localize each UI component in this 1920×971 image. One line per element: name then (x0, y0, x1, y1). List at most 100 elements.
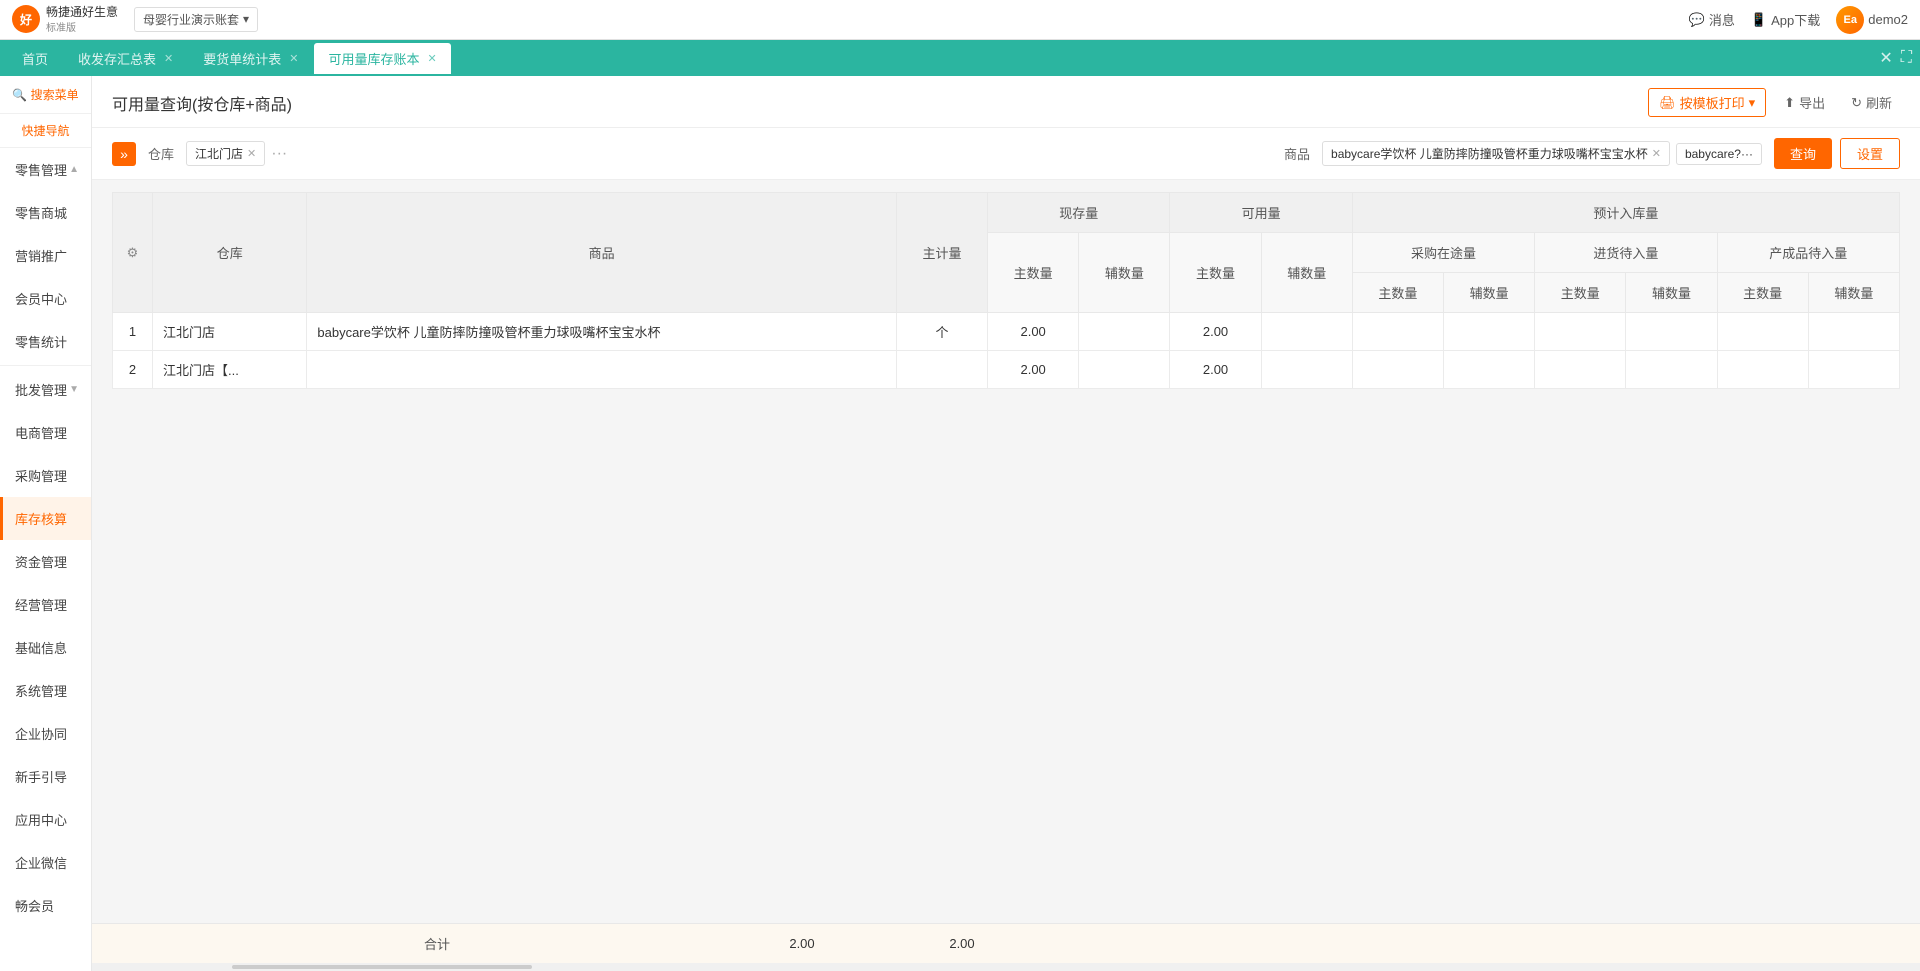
cell-available-aux (1261, 351, 1352, 389)
tab-summary-close[interactable]: ✕ (164, 52, 173, 65)
sidebar-section: 零售管理 ▲ 零售商城 营销推广 会员中心 零售统计 批发管理 ▼ 电商管理 (0, 148, 91, 927)
product-tag-1-label: babycare学饮杯 儿童防摔防撞吸管杯重力球吸嘴杯宝宝水杯 (1331, 145, 1648, 162)
tab-bar: 首页 收发存汇总表 ✕ 要货单统计表 ✕ 可用量库存账本 ✕ ✕ ⛶ (0, 40, 1920, 76)
sidebar-item-guide[interactable]: 新手引导 (0, 755, 91, 798)
footer-available-main: 2.00 (922, 936, 1002, 951)
print-label: 按模板打印 (1680, 93, 1745, 112)
cell-unit (896, 351, 987, 389)
sidebar-item-ecommerce-label: 电商管理 (15, 423, 67, 442)
tab-order-stats[interactable]: 要货单统计表 ✕ (189, 43, 312, 74)
table-footer: 合计 2.00 2.00 (92, 923, 1920, 963)
warehouse-tag[interactable]: 江北门店 ✕ (186, 141, 265, 166)
cell-product: babycare学饮杯 儿童防摔防撞吸管杯重力球吸嘴杯宝宝水杯 (307, 313, 896, 351)
filter-toggle-button[interactable]: » (112, 142, 136, 166)
tab-summary[interactable]: 收发存汇总表 ✕ (64, 43, 187, 74)
sidebar-item-operations[interactable]: 经营管理 (0, 583, 91, 626)
sidebar-quick-nav[interactable]: 快捷导航 (0, 114, 91, 148)
sidebar-item-system-label: 系统管理 (15, 681, 67, 700)
footer-total-label: 合计 (112, 934, 762, 953)
sidebar-item-retail-mgmt[interactable]: 零售管理 ▲ (0, 148, 91, 191)
avatar: Ea (1836, 6, 1864, 34)
settings-icon[interactable]: ⚙ (123, 243, 143, 263)
cell-incoming-aux (1626, 313, 1717, 351)
refresh-button[interactable]: ↻ 刷新 (1843, 89, 1900, 116)
horizontal-scrollbar[interactable] (232, 965, 532, 969)
warehouse-tag-remove[interactable]: ✕ (247, 147, 256, 160)
sidebar-item-marketing[interactable]: 营销推广 (0, 234, 91, 277)
tab-order-stats-close[interactable]: ✕ (289, 52, 298, 65)
sidebar-item-member2[interactable]: 畅会员 (0, 884, 91, 927)
cell-stock-aux (1079, 351, 1170, 389)
logo-text-area: 畅捷通好生意 标准版 (46, 5, 118, 34)
industry-label: 母婴行业演示账套 (143, 11, 239, 28)
app-download-item[interactable]: 📱 App下载 (1751, 10, 1820, 29)
sidebar-item-member2-label: 畅会员 (15, 896, 54, 915)
sidebar-item-enterprise[interactable]: 企业协同 (0, 712, 91, 755)
logo-icon: 好 (12, 5, 40, 33)
product-tag-1-remove[interactable]: ✕ (1652, 147, 1661, 160)
th-production-aux: 辅数量 (1808, 273, 1899, 313)
sidebar-item-retail-stats[interactable]: 零售统计 (0, 320, 91, 363)
sidebar: 🔍 搜索菜单 快捷导航 零售管理 ▲ 零售商城 营销推广 会员中心 零售统计 (0, 76, 92, 971)
sidebar-item-enterprise-label: 企业协同 (15, 724, 67, 743)
sidebar-item-member-label: 会员中心 (15, 289, 67, 308)
query-button[interactable]: 查询 (1774, 138, 1832, 169)
sidebar-item-retail-mgmt-label: 零售管理 (15, 160, 67, 179)
th-purchase-main: 主数量 (1352, 273, 1443, 313)
sidebar-item-base-info[interactable]: 基础信息 (0, 626, 91, 669)
product-tag-2-label: babycare?··· (1685, 147, 1753, 161)
tab-available-stock-close[interactable]: ✕ (428, 52, 437, 65)
th-stock-main: 主数量 (988, 233, 1079, 313)
top-bar-right: 💬 消息 📱 App下载 Ea demo2 (1689, 6, 1908, 34)
sidebar-item-retail-stats-label: 零售统计 (15, 332, 67, 351)
logo-sub: 标准版 (46, 19, 118, 34)
export-button[interactable]: ⬆ 导出 (1776, 89, 1833, 116)
top-bar: 好 畅捷通好生意 标准版 母婴行业演示账套 ▾ 💬 消息 📱 App下载 Ea … (0, 0, 1920, 40)
cell-purchase-aux (1443, 313, 1534, 351)
print-button[interactable]: 🖨 按模板打印 ▾ (1648, 88, 1766, 117)
sidebar-divider-1 (0, 365, 91, 366)
sidebar-item-finance[interactable]: 资金管理 (0, 540, 91, 583)
sidebar-item-inventory[interactable]: 库存核算 (0, 497, 91, 540)
table-container: ⚙ 仓库 商品 主计量 现存量 可用量 预计入库量 主数量 辅数量 主数量 辅数… (92, 180, 1920, 923)
th-production-group: 产成品待入量 (1717, 233, 1899, 273)
settings-button[interactable]: 设置 (1840, 138, 1900, 169)
sidebar-item-app-center[interactable]: 应用中心 (0, 798, 91, 841)
cell-purchase-main (1352, 313, 1443, 351)
th-warehouse: 仓库 (153, 193, 307, 313)
sidebar-item-system[interactable]: 系统管理 (0, 669, 91, 712)
sidebar-item-ecommerce[interactable]: 电商管理 (0, 411, 91, 454)
cell-production-main (1717, 313, 1808, 351)
chevron-up-icon: ▲ (69, 164, 79, 175)
product-tag-1[interactable]: babycare学饮杯 儿童防摔防撞吸管杯重力球吸嘴杯宝宝水杯 ✕ (1322, 141, 1670, 166)
cell-stock-main: 2.00 (988, 313, 1079, 351)
page-actions: 🖨 按模板打印 ▾ ⬆ 导出 ↻ 刷新 (1648, 88, 1900, 117)
sidebar-item-purchase[interactable]: 采购管理 (0, 454, 91, 497)
tab-available-stock[interactable]: 可用量库存账本 ✕ (314, 43, 450, 74)
sidebar-item-retail-mall-label: 零售商城 (15, 203, 67, 222)
tab-home[interactable]: 首页 (8, 43, 62, 74)
message-item[interactable]: 💬 消息 (1689, 10, 1735, 29)
warehouse-tag-label: 江北门店 (195, 145, 243, 162)
close-icon[interactable]: ✕ (1879, 48, 1892, 68)
filter-more-icon[interactable]: ··· (271, 145, 287, 163)
sidebar-item-inventory-label: 库存核算 (15, 509, 67, 528)
product-tag-2[interactable]: babycare?··· (1676, 143, 1762, 165)
sidebar-item-operations-label: 经营管理 (15, 595, 67, 614)
sidebar-item-wechat[interactable]: 企业微信 (0, 841, 91, 884)
filter-actions: 查询 设置 (1774, 138, 1900, 169)
sidebar-quick-nav-label: 快捷导航 (21, 124, 69, 138)
sidebar-item-retail-mall[interactable]: 零售商城 (0, 191, 91, 234)
sidebar-item-member[interactable]: 会员中心 (0, 277, 91, 320)
tab-home-label: 首页 (22, 49, 48, 68)
filter-bar: » 仓库 江北门店 ✕ ··· 商品 babycare学饮杯 儿童防摔防撞吸管杯… (92, 128, 1920, 180)
cell-warehouse: 江北门店【... (153, 351, 307, 389)
user-item[interactable]: Ea demo2 (1836, 6, 1908, 34)
print-icon: 🖨 (1659, 95, 1676, 111)
industry-select[interactable]: 母婴行业演示账套 ▾ (134, 7, 258, 32)
sidebar-search[interactable]: 🔍 搜索菜单 (0, 76, 91, 114)
th-unit: 主计量 (896, 193, 987, 313)
sidebar-item-wholesale[interactable]: 批发管理 ▼ (0, 368, 91, 411)
fullscreen-icon[interactable]: ⛶ (1901, 49, 1912, 67)
th-available-aux: 辅数量 (1261, 233, 1352, 313)
